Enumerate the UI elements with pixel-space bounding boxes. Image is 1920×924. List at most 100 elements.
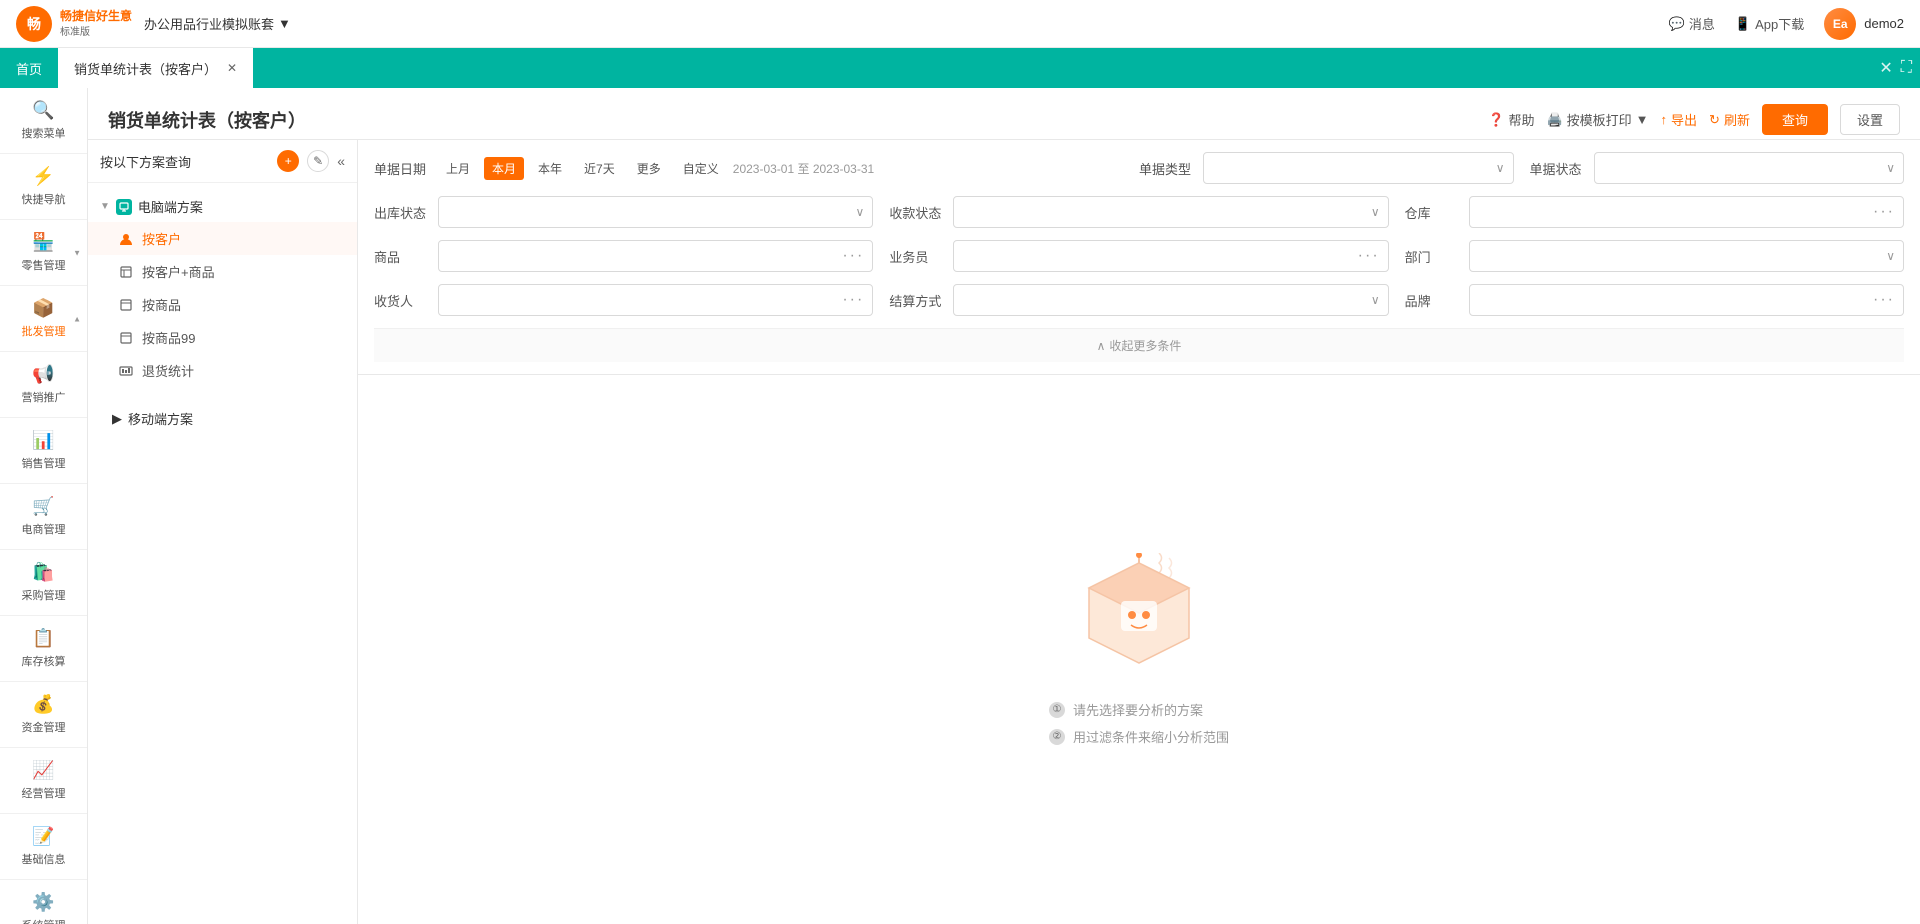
scheme-item-customer-goods[interactable]: 按客户+商品: [88, 255, 357, 288]
query-button[interactable]: 查询: [1762, 104, 1828, 135]
filter-warehouse-label: 仓库: [1405, 203, 1461, 222]
date-controls: 上月 本月 本年 近7天 更多 自定义 2023-03-01 至 2023-03…: [438, 157, 1123, 180]
sidebar-item-system[interactable]: ⚙️ 系统管理: [0, 880, 87, 924]
main-layout: 🔍 搜索菜单 ⚡ 快捷导航 🏪 零售管理 📦 批发管理 📢 营销推广 📊 销售管…: [0, 88, 1920, 924]
tab-maximize-btn[interactable]: ⛶: [1901, 59, 1912, 77]
scheme-item-by-goods99[interactable]: 按商品99: [88, 321, 357, 354]
sidebar-label-search: 搜索菜单: [22, 125, 66, 141]
sidebar-item-ecommerce[interactable]: 🛒 电商管理: [0, 484, 87, 550]
filter-receive-status-label: 收款状态: [889, 203, 945, 222]
app-download-btn[interactable]: 📱 App下载: [1735, 14, 1804, 33]
sidebar-item-inventory[interactable]: 📋 库存核算: [0, 616, 87, 682]
filter-salesperson-control[interactable]: ···: [953, 240, 1388, 272]
export-btn[interactable]: ↑ 导出: [1661, 110, 1698, 129]
filter-receive-status-chevron: ∨: [1371, 205, 1380, 219]
basic-icon: 📝: [32, 826, 54, 847]
collapse-bar[interactable]: ∧ 收起更多条件: [374, 328, 1904, 362]
sidebar-item-sales[interactable]: 📊 销售管理: [0, 418, 87, 484]
filter-goods-label: 商品: [374, 247, 430, 266]
filter-settlement-control[interactable]: ∨: [953, 284, 1388, 316]
help-btn[interactable]: ❓ 帮助: [1488, 110, 1534, 129]
date-range-display: 2023-03-01 至 2023-03-31: [733, 160, 874, 177]
filter-goods-control[interactable]: ···: [438, 240, 873, 272]
sidebar-item-shortcut[interactable]: ⚡ 快捷导航: [0, 154, 87, 220]
filter-row-3: 收货人 ··· 结算方式 ∨: [374, 284, 1904, 316]
tip-num-1: ①: [1049, 702, 1065, 718]
sidebar-item-purchase[interactable]: 🛍️ 采购管理: [0, 550, 87, 616]
filter-out-status-control[interactable]: ∨: [438, 196, 873, 228]
purchase-icon: 🛍️: [32, 562, 54, 583]
filter-row-1: 出库状态 ∨ 收款状态 ∨: [374, 196, 1904, 228]
return-stats-icon: [118, 363, 134, 379]
date-tab-more[interactable]: 更多: [629, 157, 669, 180]
message-btn[interactable]: 💬 消息: [1669, 14, 1715, 33]
date-tab-7days[interactable]: 近7天: [576, 157, 623, 180]
date-tab-custom[interactable]: 自定义: [675, 157, 727, 180]
filter-doc-status-control[interactable]: ∨: [1594, 152, 1905, 184]
scheme-group-pc-header[interactable]: ▼ 电脑端方案: [88, 191, 357, 222]
filter-date-label: 单据日期: [374, 159, 430, 178]
inventory-icon: 📋: [32, 628, 54, 649]
date-tab-this-year[interactable]: 本年: [530, 157, 570, 180]
filter-doc-type-control[interactable]: ∨: [1203, 152, 1514, 184]
sidebar-item-search[interactable]: 🔍 搜索菜单: [0, 88, 87, 154]
filter-department: 部门 ∨: [1405, 240, 1904, 272]
finance-icon: 💰: [32, 694, 54, 715]
scheme-group-mobile-header[interactable]: ▶ 移动端方案: [88, 403, 357, 434]
sidebar-label-marketing: 营销推广: [22, 389, 66, 405]
filter-department-chevron: ∨: [1886, 249, 1895, 263]
sidebar-item-finance[interactable]: 💰 资金管理: [0, 682, 87, 748]
scheme-collapse-btn[interactable]: «: [337, 153, 345, 169]
scheme-item-customer-goods-label: 按客户+商品: [142, 262, 215, 281]
tab-home[interactable]: 首页: [0, 48, 58, 88]
help-icon: ❓: [1488, 112, 1504, 128]
scheme-panel-icons: + ✎ «: [277, 150, 345, 172]
filter-doc-status-label: 单据状态: [1530, 159, 1586, 178]
scheme-item-return-stats[interactable]: 退货统计: [88, 354, 357, 387]
sidebar-item-marketing[interactable]: 📢 营销推广: [0, 352, 87, 418]
search-icon: 🔍: [32, 100, 54, 121]
empty-tip-2: ② 用过滤条件来缩小分析范围: [1049, 727, 1229, 746]
scheme-panel-title: 按以下方案查询: [100, 152, 191, 171]
filter-receiver-control[interactable]: ···: [438, 284, 873, 316]
sidebar-item-wholesale[interactable]: 📦 批发管理: [0, 286, 87, 352]
app-name: 办公用品行业模拟账套: [144, 14, 274, 33]
filter-department-control[interactable]: ∨: [1469, 240, 1904, 272]
sidebar-item-basic[interactable]: 📝 基础信息: [0, 814, 87, 880]
template-print-btn[interactable]: 🖨️ 按模板打印 ▼: [1546, 110, 1648, 129]
filter-doc-type-label: 单据类型: [1139, 159, 1195, 178]
filter-warehouse: 仓库 ···: [1405, 196, 1904, 228]
filter-salesperson-label: 业务员: [889, 247, 945, 266]
user-area[interactable]: Ea demo2: [1824, 8, 1904, 40]
message-label: 消息: [1689, 14, 1715, 33]
filter-out-status-label: 出库状态: [374, 203, 430, 222]
tab-sales-report[interactable]: 销货单统计表（按客户） ✕: [58, 48, 253, 88]
scheme-item-by-goods[interactable]: 按商品: [88, 288, 357, 321]
sidebar-label-wholesale: 批发管理: [22, 323, 66, 339]
scheme-edit-btn[interactable]: ✎: [307, 150, 329, 172]
scheme-item-by-customer[interactable]: 按客户: [88, 222, 357, 255]
by-customer-icon: [118, 231, 134, 247]
filter-warehouse-control[interactable]: ···: [1469, 196, 1904, 228]
app-download-label: App下载: [1755, 14, 1804, 33]
tab-minimize-btn[interactable]: ✕: [1879, 58, 1892, 78]
date-tab-this-month[interactable]: 本月: [484, 157, 524, 180]
filter-salesperson-dots: ···: [1358, 247, 1380, 265]
app-selector[interactable]: 办公用品行业模拟账套 ▼: [144, 14, 291, 33]
refresh-btn[interactable]: ↻ 刷新: [1709, 110, 1750, 129]
sidebar-item-operation[interactable]: 📈 经营管理: [0, 748, 87, 814]
shortcut-icon: ⚡: [32, 166, 54, 187]
date-tab-last-month[interactable]: 上月: [438, 157, 478, 180]
avatar: Ea: [1824, 8, 1856, 40]
sidebar-label-basic: 基础信息: [22, 851, 66, 867]
export-icon: ↑: [1661, 112, 1668, 127]
sidebar-item-retail[interactable]: 🏪 零售管理: [0, 220, 87, 286]
scheme-add-btn[interactable]: +: [277, 150, 299, 172]
filter-brand-label: 品牌: [1405, 291, 1461, 310]
filter-brand-control[interactable]: ···: [1469, 284, 1904, 316]
operation-icon: 📈: [32, 760, 54, 781]
tab-close-btn[interactable]: ✕: [227, 61, 237, 75]
logo-icon: 畅: [16, 6, 52, 42]
settings-button[interactable]: 设置: [1840, 104, 1900, 135]
filter-receive-status-control[interactable]: ∨: [953, 196, 1388, 228]
